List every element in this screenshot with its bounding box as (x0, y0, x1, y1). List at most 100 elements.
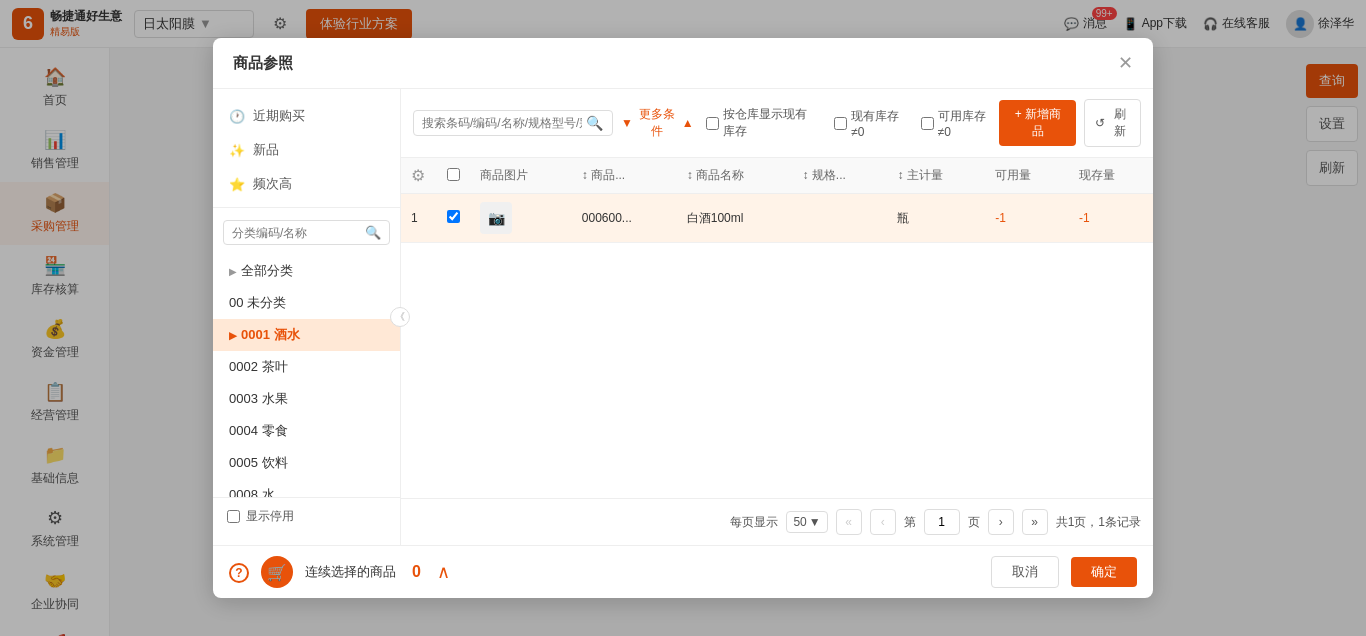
confirm-button[interactable]: 确定 (1071, 557, 1137, 587)
warehouse-stock-filter[interactable]: 按仓库显示现有库存 (706, 106, 819, 140)
category-0003[interactable]: 0003 水果 (213, 383, 400, 415)
th-code: ↕ 商品... (572, 158, 677, 194)
clock-icon: 🕐 (229, 109, 245, 124)
available-not-zero-label: 可用库存≠0 (938, 108, 992, 139)
row-unit-cell: 瓶 (887, 194, 985, 243)
frequent-item[interactable]: ⭐ 频次高 (213, 167, 400, 201)
cart-button[interactable]: 🛒 (261, 556, 293, 588)
refresh-icon: ↺ (1095, 116, 1105, 130)
page-number-input[interactable] (924, 509, 960, 535)
show-disabled-checkbox[interactable] (227, 510, 240, 523)
row-name-cell: 白酒100ml (677, 194, 793, 243)
refresh-button[interactable]: ↺ 刷新 (1084, 99, 1141, 147)
page-prefix: 第 (904, 514, 916, 531)
category-00[interactable]: 00 未分类 (213, 287, 400, 319)
show-disabled-area: 显示停用 (213, 497, 400, 535)
row-code-cell: 000600... (572, 194, 677, 243)
pagination: 每页显示 50 ▼ « ‹ 第 页 › » 共1页，1条记录 (401, 498, 1153, 545)
new-icon: ✨ (229, 143, 245, 158)
category-all[interactable]: ▶ 全部分类 (213, 255, 400, 287)
th-stock: 现存量 (1069, 158, 1153, 194)
column-settings-icon[interactable]: ⚙ (411, 167, 425, 184)
page-size-label: 每页显示 (730, 514, 778, 531)
page-size-select[interactable]: 50 ▼ (786, 511, 827, 533)
footer-collapse-button[interactable]: ∧ (437, 561, 450, 583)
th-image: 商品图片 (470, 158, 572, 194)
dialog-left-panel: 🕐 近期购买 ✨ 新品 ⭐ 频次高 🔍 《 (213, 89, 401, 545)
row-available-cell: -1 (985, 194, 1069, 243)
row-image-cell: 📷 (470, 194, 572, 243)
category-0002[interactable]: 0002 茶叶 (213, 351, 400, 383)
stock-not-zero-label: 现有库存≠0 (851, 108, 905, 139)
select-all-checkbox[interactable] (447, 168, 460, 181)
star-icon: ⭐ (229, 177, 245, 192)
recent-purchase-item[interactable]: 🕐 近期购买 (213, 99, 400, 133)
prev-page-button[interactable]: ‹ (870, 509, 896, 535)
close-button[interactable]: ✕ (1118, 52, 1133, 74)
category-0004[interactable]: 0004 零食 (213, 415, 400, 447)
category-0005[interactable]: 0005 饮料 (213, 447, 400, 479)
available-not-zero-checkbox[interactable] (921, 117, 934, 130)
stock-not-zero-filter[interactable]: 现有库存≠0 (834, 108, 905, 139)
available-not-zero-filter[interactable]: 可用库存≠0 (921, 108, 992, 139)
category-search[interactable]: 🔍 (223, 220, 390, 245)
help-button[interactable]: ? (229, 561, 249, 583)
chevron-down-icon: ▼ (809, 515, 821, 529)
th-available: 可用量 (985, 158, 1069, 194)
new-products-item[interactable]: ✨ 新品 (213, 133, 400, 167)
table-header-row: ⚙ 商品图片 ↕ 商品... ↕ 商品名称 (401, 158, 1153, 194)
table-row[interactable]: 1 📷 000600... 白酒100ml (401, 194, 1153, 243)
dialog-header: 商品参照 ✕ (213, 38, 1153, 89)
product-table: ⚙ 商品图片 ↕ 商品... ↕ 商品名称 (401, 158, 1153, 243)
last-page-button[interactable]: » (1022, 509, 1048, 535)
dialog-footer: ? 🛒 连续选择的商品 0 ∧ 取消 确定 (213, 545, 1153, 598)
warehouse-stock-label: 按仓库显示现有库存 (723, 106, 819, 140)
category-0001[interactable]: ▶ 0001 酒水 (213, 319, 400, 351)
search-icon[interactable]: 🔍 (586, 115, 603, 131)
add-product-button[interactable]: + 新增商品 (999, 100, 1076, 146)
stock-not-zero-checkbox[interactable] (834, 117, 847, 130)
select-label: 连续选择的商品 (305, 563, 396, 581)
filter-checkboxes: 按仓库显示现有库存 现有库存≠0 可用库存≠0 (706, 106, 992, 140)
collapse-button[interactable]: 《 (390, 307, 410, 327)
refresh-label: 刷新 (1109, 106, 1130, 140)
dialog-toolbar: 🔍 ▼ 更多条件 ▲ 按仓库显示现有库存 现 (401, 89, 1153, 158)
page-suffix: 页 (968, 514, 980, 531)
category-list: ▶ 全部分类 00 未分类 ▶ 0001 酒水 0002 茶叶 0003 水果 (213, 251, 400, 497)
page-size-value: 50 (793, 515, 806, 529)
first-page-button[interactable]: « (836, 509, 862, 535)
filter-label: 更多条件 (637, 106, 678, 140)
row-spec-cell (793, 194, 888, 243)
product-search-box[interactable]: 🔍 (413, 110, 613, 136)
th-settings: ⚙ (401, 158, 437, 194)
next-page-button[interactable]: › (988, 509, 1014, 535)
th-unit: ↕ 主计量 (887, 158, 985, 194)
dialog-title: 商品参照 (233, 54, 293, 73)
row-stock-cell: -1 (1069, 194, 1153, 243)
show-disabled-label: 显示停用 (246, 508, 294, 525)
help-icon: ? (229, 563, 249, 583)
th-spec: ↕ 规格... (793, 158, 888, 194)
dialog-body: 🕐 近期购买 ✨ 新品 ⭐ 频次高 🔍 《 (213, 89, 1153, 545)
filter-icon: ▼ (621, 116, 633, 130)
cancel-button[interactable]: 取消 (991, 556, 1059, 588)
category-search-input[interactable] (232, 226, 361, 240)
product-table-area: ⚙ 商品图片 ↕ 商品... ↕ 商品名称 (401, 158, 1153, 498)
product-reference-dialog: 商品参照 ✕ 🕐 近期购买 ✨ 新品 ⭐ 频次高 (213, 38, 1153, 598)
arrow-icon: ▶ (229, 266, 237, 277)
th-checkbox (437, 158, 470, 194)
category-0008[interactable]: 0008 水 (213, 479, 400, 497)
row-num-cell: 1 (401, 194, 437, 243)
row-checkbox[interactable] (447, 210, 460, 223)
image-placeholder-icon: 📷 (488, 210, 505, 226)
select-count: 0 (412, 563, 421, 581)
warehouse-stock-checkbox[interactable] (706, 117, 719, 130)
product-thumbnail: 📷 (480, 202, 512, 234)
product-search-input[interactable] (422, 116, 582, 130)
filter-button[interactable]: ▼ 更多条件 ▲ (621, 106, 694, 140)
row-checkbox-cell (437, 194, 470, 243)
total-info: 共1页，1条记录 (1056, 514, 1141, 531)
search-icon: 🔍 (365, 225, 381, 240)
dialog-right-panel: 🔍 ▼ 更多条件 ▲ 按仓库显示现有库存 现 (401, 89, 1153, 545)
th-name: ↕ 商品名称 (677, 158, 793, 194)
